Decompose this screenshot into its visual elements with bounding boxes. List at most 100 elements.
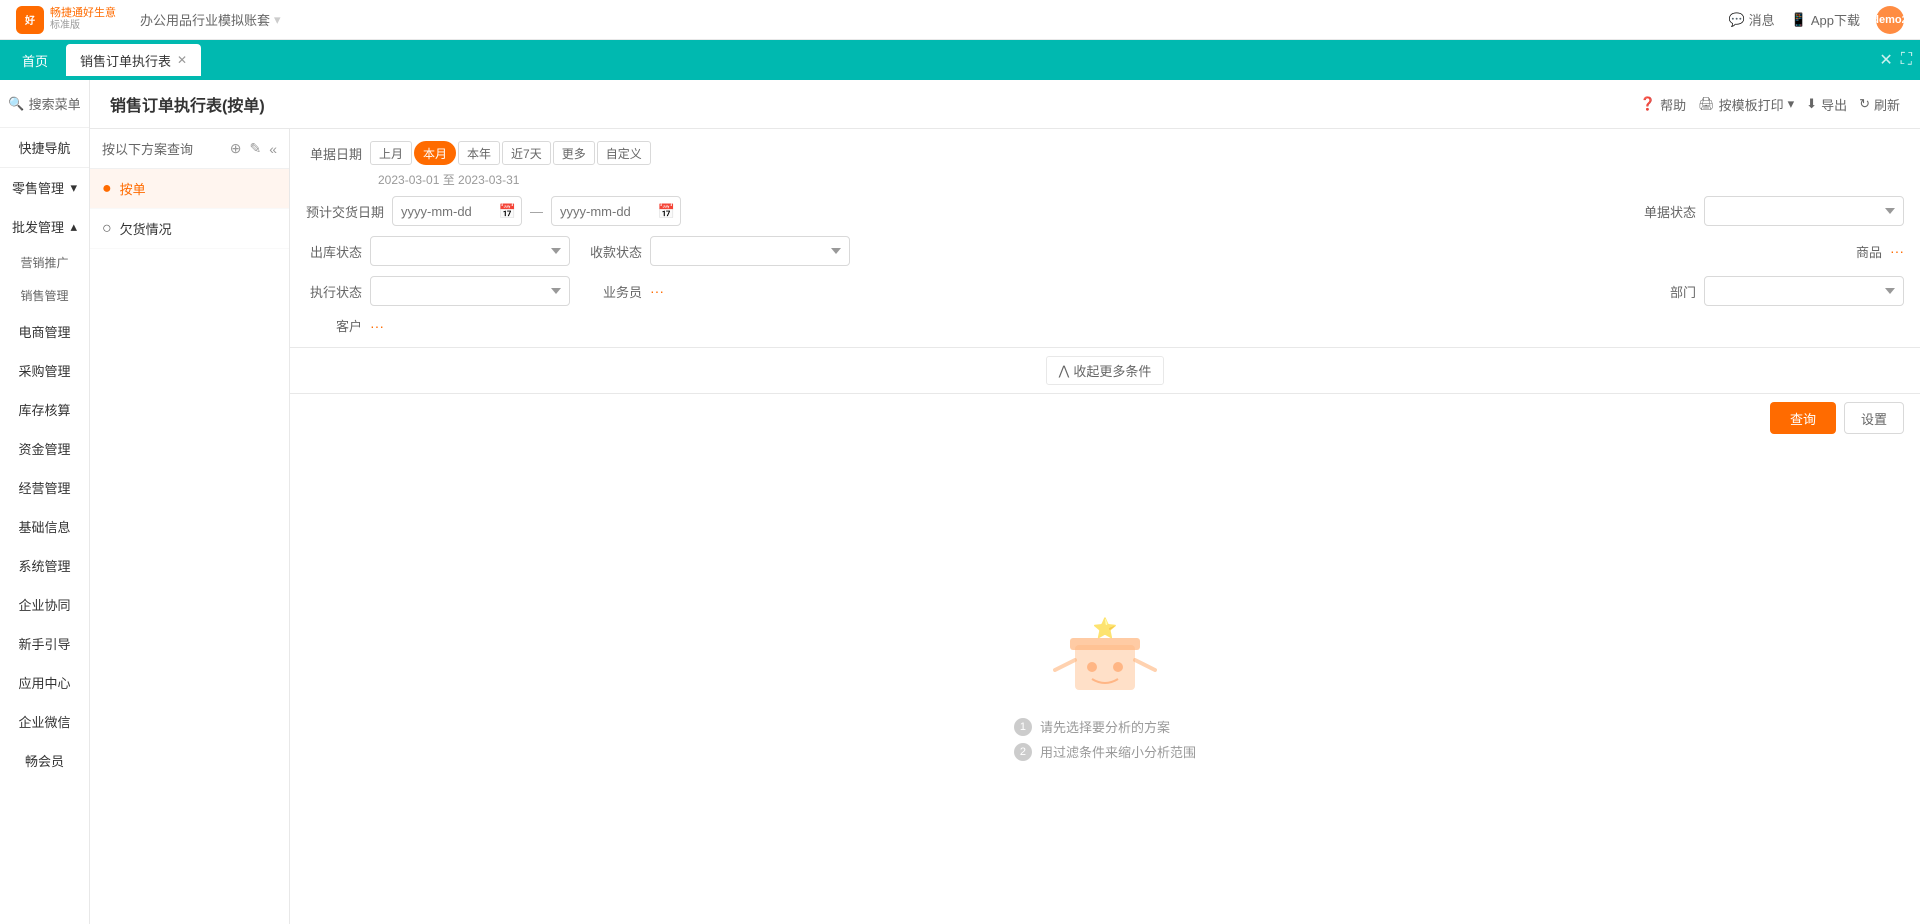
sidebar-item-enterprise[interactable]: 企业协同: [0, 585, 89, 624]
collapse-arrow-icon: ⋀: [1059, 363, 1070, 379]
left-panel-item-by-order[interactable]: ● 按单: [90, 169, 289, 209]
logo-text: 畅捷通好生意 标准版: [50, 7, 116, 32]
filter-item-salesperson: 业务员 ···: [586, 282, 664, 301]
sidebar-item-system[interactable]: 系统管理: [0, 546, 89, 585]
export-icon: ⬇: [1806, 96, 1817, 112]
filter-row-2: 预计交货日期 📅 — 📅: [306, 196, 1904, 226]
help-icon: ❓: [1640, 96, 1656, 112]
tab-home[interactable]: 首页: [8, 44, 62, 76]
sidebar-item-basic-info[interactable]: 基础信息: [0, 507, 89, 546]
content-area: 销售订单执行表(按单) ❓ 帮助 🖨 按模板打印 ▾ ⬇ 导出 ↻ 刷新: [90, 80, 1920, 924]
topbar-right: 💬 消息 📱 App下载 demo2: [1728, 6, 1904, 34]
sidebar-item-wholesale-mgmt[interactable]: 批发管理 ▴: [0, 207, 89, 246]
sidebar-item-newbie[interactable]: 新手引导: [0, 624, 89, 663]
content-body: 按以下方案查询 ⊕ ✎ « ● 按单 ○ 欠货情况: [90, 129, 1920, 924]
exec-status-label: 执行状态: [306, 282, 362, 301]
sidebar-item-label: 零售管理: [12, 178, 64, 197]
right-content: 单据日期 上月 本月 本年 近7天 更多 自定义: [290, 129, 1920, 924]
date-btn-more[interactable]: 更多: [553, 141, 595, 165]
tip-num-1: 1: [1014, 718, 1032, 736]
collapse-more-btn[interactable]: ⋀ 收起更多条件: [1046, 356, 1165, 385]
sidebar-item-retail-mgmt[interactable]: 零售管理 ▾: [0, 168, 89, 207]
sidebar-item-quick-nav[interactable]: 快捷导航: [0, 128, 89, 168]
edit-plan-icon[interactable]: ✎: [249, 140, 261, 157]
filter-item-receipt: 收款状态: [586, 236, 850, 266]
dept-select[interactable]: [1704, 276, 1904, 306]
app-download-btn[interactable]: 📱 App下载: [1791, 10, 1860, 29]
close-window-icon[interactable]: ✕: [1879, 50, 1892, 70]
breadcrumb: 办公用品行业模拟账套 ▾: [140, 10, 281, 29]
exec-status-select[interactable]: [370, 276, 570, 306]
salesperson-label: 业务员: [586, 282, 642, 301]
tip-num-2: 2: [1014, 743, 1032, 761]
sidebar-item-corp-wechat[interactable]: 企业微信: [0, 702, 89, 741]
outbound-status-select[interactable]: [370, 236, 570, 266]
help-btn[interactable]: ❓ 帮助: [1640, 95, 1686, 114]
sidebar-item-finance[interactable]: 资金管理: [0, 429, 89, 468]
refresh-icon: ↻: [1859, 96, 1870, 112]
sidebar-search-area: 🔍 搜索菜单: [0, 80, 89, 128]
expected-date-start-wrap: 📅: [392, 196, 522, 226]
sidebar-item-inventory[interactable]: 库存核算: [0, 390, 89, 429]
filter-row-1: 单据日期 上月 本月 本年 近7天 更多 自定义: [306, 141, 1904, 165]
sidebar-item-operations[interactable]: 经营管理: [0, 468, 89, 507]
sidebar-item-member[interactable]: 畅会员: [0, 741, 89, 780]
product-label: 商品: [1826, 242, 1882, 261]
product-ellipsis-btn[interactable]: ···: [1890, 243, 1904, 259]
user-profile[interactable]: demo2: [1876, 6, 1904, 34]
tab-sales-exec[interactable]: 销售订单执行表 ✕: [66, 44, 201, 76]
message-btn[interactable]: 💬 消息: [1728, 10, 1774, 29]
empty-tip-1: 1 请先选择要分析的方案: [1014, 717, 1196, 736]
sidebar-item-sales-mgmt[interactable]: 销售管理: [0, 279, 89, 312]
customer-label: 客户: [306, 316, 362, 335]
sidebar-item-marketing[interactable]: 营销推广: [0, 246, 89, 279]
chevron-icon: ▾: [70, 180, 77, 196]
calendar-start-icon[interactable]: 📅: [499, 203, 516, 220]
date-btn-last7days[interactable]: 近7天: [502, 141, 551, 165]
search-menu-btn[interactable]: 🔍 搜索菜单: [8, 90, 81, 117]
query-btn[interactable]: 查询: [1770, 402, 1836, 434]
date-btn-this-month[interactable]: 本月: [414, 141, 456, 165]
empty-tips: 1 请先选择要分析的方案 2 用过滤条件来缩小分析范围: [1014, 717, 1196, 761]
sidebar-item-app-center[interactable]: 应用中心: [0, 663, 89, 702]
item-icon: ○: [102, 220, 112, 238]
tabbar-right: ✕ ⛶: [1879, 50, 1912, 70]
collapse-panel-icon[interactable]: «: [269, 141, 277, 157]
sidebar-item-label: 批发管理: [12, 217, 64, 236]
page-header-actions: ❓ 帮助 🖨 按模板打印 ▾ ⬇ 导出 ↻ 刷新: [1640, 95, 1900, 126]
refresh-btn[interactable]: ↻ 刷新: [1859, 95, 1900, 114]
template-print-btn[interactable]: 🖨 按模板打印 ▾: [1698, 95, 1794, 114]
calendar-end-icon[interactable]: 📅: [658, 203, 675, 220]
date-btn-last-month[interactable]: 上月: [370, 141, 412, 165]
receipt-status-select[interactable]: [650, 236, 850, 266]
settings-btn[interactable]: 设置: [1844, 402, 1904, 434]
customer-ellipsis-btn[interactable]: ···: [370, 318, 384, 334]
date-btn-custom[interactable]: 自定义: [597, 141, 651, 165]
expected-date-end-wrap: 📅: [551, 196, 681, 226]
empty-illustration: ⭐: [1045, 605, 1165, 705]
sidebar-item-purchase[interactable]: 采购管理: [0, 351, 89, 390]
tab-close-icon[interactable]: ✕: [177, 53, 187, 67]
receipt-label: 收款状态: [586, 242, 642, 261]
add-plan-icon[interactable]: ⊕: [230, 140, 242, 157]
filter-item-doc-status: 单据状态: [1640, 196, 1904, 226]
sidebar: 🔍 搜索菜单 快捷导航 零售管理 ▾ 批发管理 ▴ 营销推广 销售管理 电商管理…: [0, 80, 90, 924]
dept-label: 部门: [1640, 282, 1696, 301]
maximize-icon[interactable]: ⛶: [1901, 51, 1912, 69]
logo-area: 好 畅捷通好生意 标准版: [16, 6, 116, 34]
date-btn-this-year[interactable]: 本年: [458, 141, 500, 165]
main-layout: 🔍 搜索菜单 快捷导航 零售管理 ▾ 批发管理 ▴ 营销推广 销售管理 电商管理…: [0, 80, 1920, 924]
message-icon: 💬: [1728, 12, 1744, 28]
page-header: 销售订单执行表(按单) ❓ 帮助 🖨 按模板打印 ▾ ⬇ 导出 ↻ 刷新: [90, 80, 1920, 129]
export-btn[interactable]: ⬇ 导出: [1806, 95, 1847, 114]
sidebar-item-ecommerce[interactable]: 电商管理: [0, 312, 89, 351]
topbar-left: 好 畅捷通好生意 标准版 办公用品行业模拟账套 ▾: [16, 6, 281, 34]
expected-delivery-label: 预计交货日期: [306, 202, 384, 221]
svg-text:⭐: ⭐: [1093, 616, 1118, 640]
left-panel-item-by-debt[interactable]: ○ 欠货情况: [90, 209, 289, 249]
search-icon: 🔍: [8, 96, 24, 112]
salesperson-ellipsis-btn[interactable]: ···: [650, 283, 664, 299]
collapse-btn-row: ⋀ 收起更多条件: [290, 348, 1920, 394]
doc-status-select[interactable]: [1704, 196, 1904, 226]
tabbar: 首页 销售订单执行表 ✕ ✕ ⛶: [0, 40, 1920, 80]
